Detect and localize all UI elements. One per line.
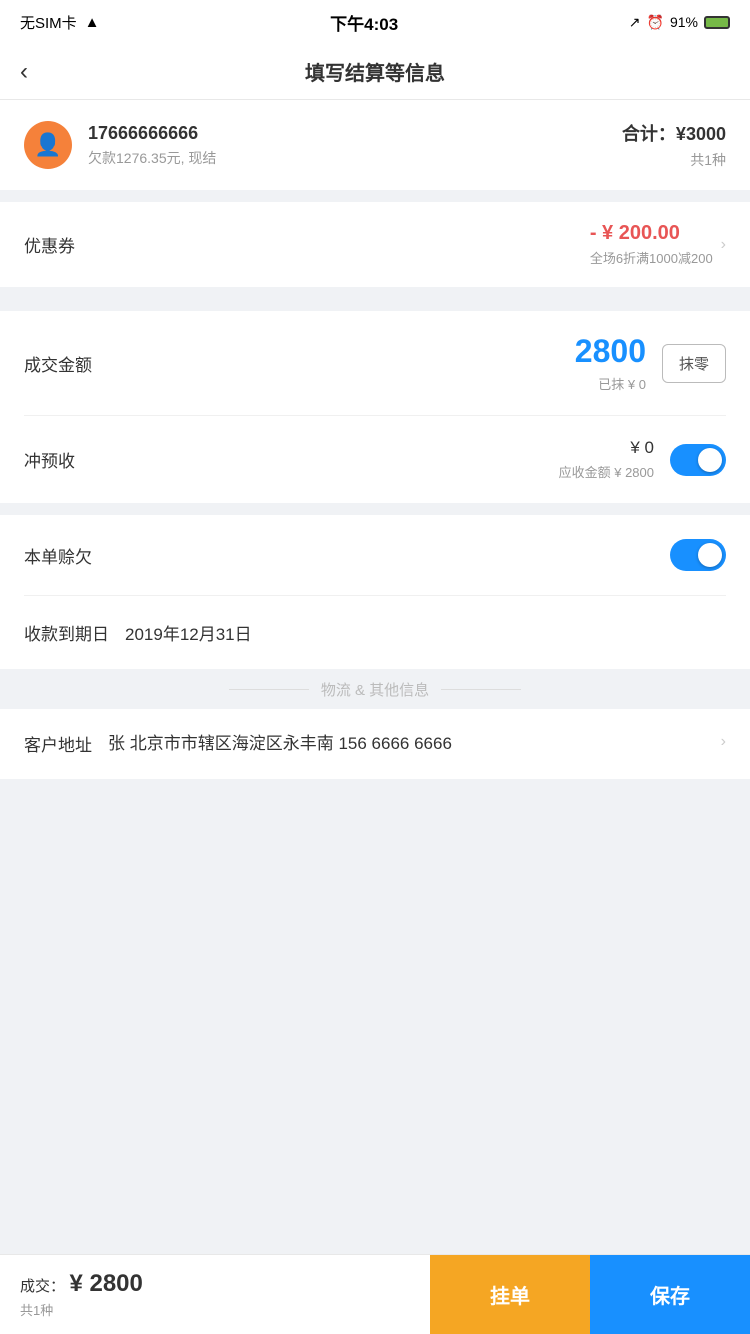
coupon-right: - ¥ 200.00 全场6折满1000减200 › — [590, 222, 726, 267]
coupon-label: 优惠券 — [24, 232, 75, 257]
logistics-text: 物流 & 其他信息 — [321, 679, 429, 700]
user-left: 👤 17666666666 欠款1276.35元, 现结 — [24, 121, 216, 169]
bottom-deal-amount: ¥ 2800 — [69, 1270, 142, 1297]
avatar-icon: 👤 — [34, 132, 61, 158]
coupon-row[interactable]: 优惠券 - ¥ 200.00 全场6折满1000减200 › — [0, 202, 750, 287]
debit-toggle-knob — [698, 543, 722, 567]
hold-button[interactable]: 挂单 — [430, 1255, 590, 1334]
prepay-value-wrap: ¥ 0 应收金额 ¥ 2800 — [559, 438, 654, 481]
debit-row: 本单赊欠 — [24, 515, 726, 596]
deal-amount: 2800 — [575, 333, 646, 370]
nav-bar: ‹ 填写结算等信息 — [0, 44, 750, 100]
prepay-row: 冲预收 ¥ 0 应收金额 ¥ 2800 — [24, 416, 726, 503]
coupon-amount: - ¥ 200.00 — [590, 222, 713, 245]
deal-right: 2800 已抹 ¥ 0 抹零 — [575, 333, 726, 393]
bottom-count: 共1种 — [20, 1300, 410, 1319]
address-section: 客户地址 张 北京市市辖区海淀区永丰南 156 6666 6666 › — [0, 709, 750, 779]
section-gap-1 — [0, 299, 750, 311]
due-date-label: 收款到期日 — [24, 620, 109, 645]
prepay-right: ¥ 0 应收金额 ¥ 2800 — [559, 438, 726, 481]
deal-section: 成交金额 2800 已抹 ¥ 0 抹零 冲预收 ¥ 0 应收金额 ¥ 2800 — [0, 311, 750, 503]
spacer — [0, 779, 750, 979]
logistics-label: 物流 & 其他信息 — [229, 679, 521, 700]
address-chevron: › — [721, 733, 726, 751]
total-amount: 合计：¥3000 — [622, 120, 726, 146]
address-label: 客户地址 — [24, 731, 92, 756]
logistics-divider: 物流 & 其他信息 — [0, 669, 750, 709]
section-gap-2 — [0, 503, 750, 515]
round-zero-button[interactable]: 抹零 — [662, 344, 726, 383]
total-count: 共1种 — [622, 150, 726, 170]
user-right: 合计：¥3000 共1种 — [622, 120, 726, 170]
page-title: 填写结算等信息 — [305, 57, 445, 86]
alarm-icon: ⏰ — [647, 14, 664, 31]
deal-value-wrap: 2800 已抹 ¥ 0 — [575, 333, 646, 393]
prepay-sub: 应收金额 ¥ 2800 — [559, 462, 654, 481]
battery-label: 91% — [670, 14, 698, 30]
user-phone: 17666666666 — [88, 123, 216, 144]
logistics-line-left — [229, 689, 309, 690]
logistics-line-right — [441, 689, 521, 690]
debit-section: 本单赊欠 收款到期日 2019年12月31日 — [0, 515, 750, 669]
bottom-bar: 成交： ¥ 2800 共1种 挂单 保存 — [0, 1254, 750, 1334]
deal-label: 成交金额 — [24, 351, 92, 376]
carrier-label: 无SIM卡 — [20, 12, 77, 33]
prepay-label: 冲预收 — [24, 447, 75, 472]
due-date-row: 收款到期日 2019年12月31日 — [24, 596, 726, 669]
wifi-icon: ▲ — [85, 14, 100, 31]
status-left: 无SIM卡 ▲ — [20, 12, 100, 33]
coupon-chevron: › — [721, 236, 726, 254]
address-value: 张 北京市市辖区海淀区永丰南 156 6666 6666 — [108, 731, 713, 757]
bottom-deal-label: 成交： — [20, 1278, 65, 1295]
back-button[interactable]: ‹ — [10, 48, 38, 96]
user-debt: 欠款1276.35元, 现结 — [88, 148, 216, 168]
toggle-knob — [698, 448, 722, 472]
prepay-amount: ¥ 0 — [559, 438, 654, 458]
user-info: 17666666666 欠款1276.35元, 现结 — [88, 123, 216, 168]
prepay-toggle[interactable] — [670, 444, 726, 476]
deal-sub: 已抹 ¥ 0 — [575, 374, 646, 393]
status-right: ↗ ⏰ 91% — [629, 14, 730, 31]
bottom-label-row: 成交： ¥ 2800 — [20, 1270, 410, 1298]
status-time: 下午4:03 — [330, 10, 398, 35]
bottom-summary: 成交： ¥ 2800 共1种 — [0, 1255, 430, 1334]
debit-toggle[interactable] — [670, 539, 726, 571]
location-icon: ↗ — [629, 14, 641, 31]
due-date-value: 2019年12月31日 — [125, 620, 252, 645]
avatar: 👤 — [24, 121, 72, 169]
coupon-desc: 全场6折满1000减200 — [590, 248, 713, 267]
status-bar: 无SIM卡 ▲ 下午4:03 ↗ ⏰ 91% — [0, 0, 750, 44]
user-card: 👤 17666666666 欠款1276.35元, 现结 合计：¥3000 共1… — [0, 100, 750, 190]
deal-row: 成交金额 2800 已抹 ¥ 0 抹零 — [24, 311, 726, 416]
battery-bar — [704, 16, 730, 29]
save-button[interactable]: 保存 — [590, 1255, 750, 1334]
debit-label: 本单赊欠 — [24, 543, 92, 568]
address-row[interactable]: 客户地址 张 北京市市辖区海淀区永丰南 156 6666 6666 › — [24, 709, 726, 779]
